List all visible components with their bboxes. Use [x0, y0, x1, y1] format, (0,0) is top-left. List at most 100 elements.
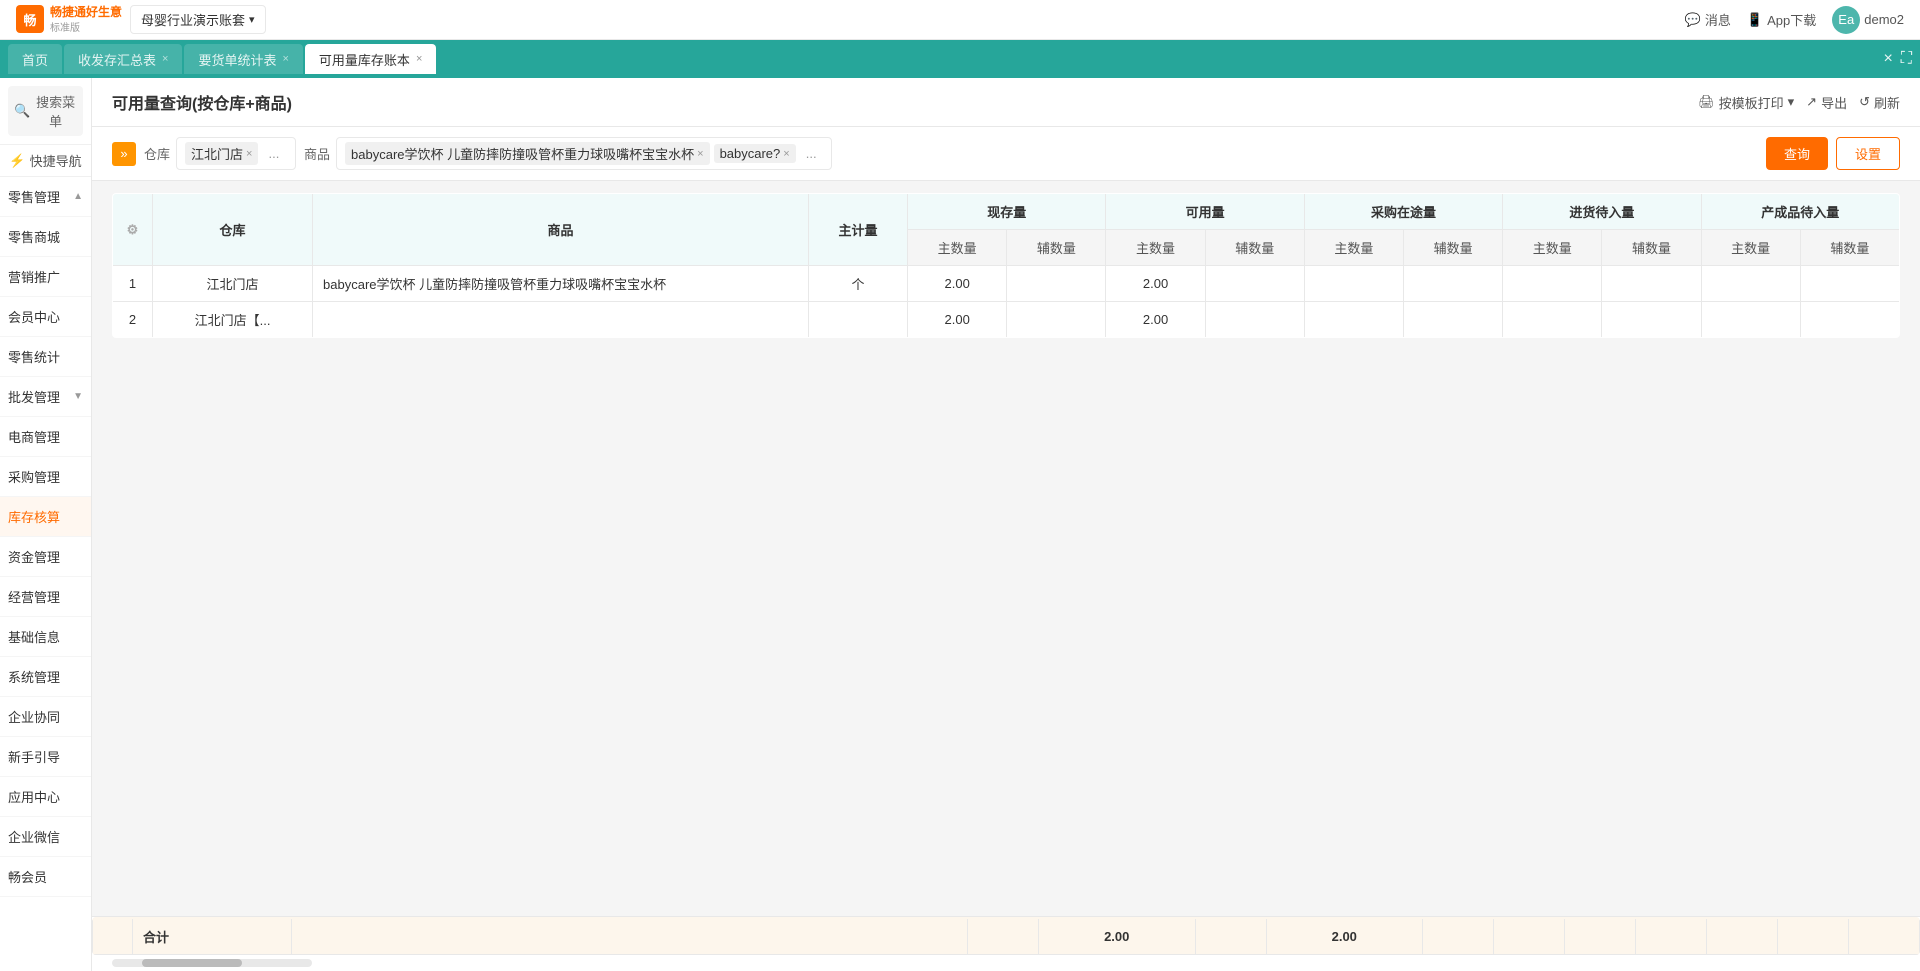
template-print-button[interactable]: 🖨 按模板打印 ▾	[1698, 93, 1794, 112]
warehouse-dots[interactable]: ...	[262, 144, 285, 163]
footer-total-table: 合计 2.00 2.00	[92, 917, 1920, 955]
close-icon[interactable]: ×	[162, 53, 168, 65]
settings-button[interactable]: 设置	[1836, 137, 1900, 170]
industry-label: 母婴行业演示账套	[141, 10, 245, 29]
tab-stock-summary[interactable]: 收发存汇总表 ×	[64, 44, 182, 74]
sidebar-item-retail-management[interactable]: 零售管理 ▲	[0, 177, 91, 217]
message-label: 消息	[1705, 10, 1731, 29]
chevron-down-icon: ▼	[73, 391, 83, 402]
sidebar-item-finance[interactable]: 资金管理	[0, 537, 91, 577]
product-label: 商品	[304, 144, 330, 163]
user-menu[interactable]: Ea demo2	[1832, 6, 1904, 34]
industry-selector[interactable]: 母婴行业演示账套 ▾	[130, 5, 266, 34]
sidebar-item-member-center[interactable]: 会员中心	[0, 297, 91, 337]
tab-available-stock[interactable]: 可用量库存账本 ×	[305, 44, 436, 74]
sidebar: 🔍 搜索菜单 ⚡ 快捷导航 零售管理 ▲ 零售商城 营销推广 会员中心 零售统计…	[0, 78, 92, 971]
col-production-aux: 辅数量	[1800, 230, 1899, 266]
download-icon: 📱	[1747, 12, 1763, 28]
cell-warehouse: 江北门店	[153, 266, 313, 302]
product-input[interactable]: babycare学饮杯 儿童防摔防撞吸管杯重力球吸嘴杯宝宝水杯 × babyca…	[336, 137, 832, 170]
page-actions: 🖨 按模板打印 ▾ ↗ 导出 ↺ 刷新	[1698, 93, 1900, 112]
quick-nav-button[interactable]: ⚡ 快捷导航	[0, 145, 91, 177]
sidebar-item-operations[interactable]: 经营管理	[0, 577, 91, 617]
warehouse-input[interactable]: 江北门店 × ...	[176, 137, 296, 170]
sidebar-item-basic-info[interactable]: 基础信息	[0, 617, 91, 657]
cell-available-main: 2.00	[1106, 266, 1205, 302]
refresh-icon: ↺	[1859, 94, 1870, 110]
gear-icon[interactable]: ⚙	[127, 222, 139, 237]
brand-info: 畅捷通好生意 标准版	[50, 5, 122, 34]
footer-empty-3	[967, 918, 1038, 955]
tab-order-stats[interactable]: 要货单统计表 ×	[184, 44, 302, 74]
sidebar-item-retail-stats[interactable]: 零售统计	[0, 337, 91, 377]
cell-unit	[808, 302, 907, 338]
footer-purchase-main	[1494, 918, 1565, 955]
sidebar-item-retail-mall[interactable]: 零售商城	[0, 217, 91, 257]
product-tag-2-close[interactable]: ×	[783, 148, 789, 160]
close-icon[interactable]: ×	[416, 53, 422, 65]
sidebar-item-ecommerce[interactable]: 电商管理	[0, 417, 91, 457]
close-icon[interactable]: ×	[282, 53, 288, 65]
sidebar-item-app-center[interactable]: 应用中心	[0, 777, 91, 817]
query-button[interactable]: 查询	[1766, 137, 1828, 170]
cell-stock-aux	[1007, 302, 1106, 338]
horizontal-scrollbar[interactable]	[112, 959, 312, 967]
refresh-button[interactable]: ↺ 刷新	[1859, 93, 1900, 112]
tab-label: 可用量库存账本	[319, 50, 410, 69]
sidebar-item-inventory[interactable]: 库存核算	[0, 497, 91, 537]
chevron-up-icon: ▲	[73, 191, 83, 202]
cell-incoming-aux	[1602, 266, 1701, 302]
tab-home[interactable]: 首页	[8, 44, 62, 74]
filter-area: » 仓库 江北门店 × ... 商品 babycare学饮杯 儿童防摔防撞吸管杯…	[92, 127, 1920, 181]
tab-label: 首页	[22, 50, 48, 69]
tab-bar: 首页 收发存汇总表 × 要货单统计表 × 可用量库存账本 × × ⛶	[0, 40, 1920, 78]
footer-production-main	[1777, 918, 1848, 955]
table-row: 2 江北门店【... 2.00 2.00	[113, 302, 1900, 338]
expand-window-button[interactable]: ⛶	[1901, 50, 1912, 68]
col-unit: 主计量	[808, 194, 907, 266]
sidebar-item-wholesale[interactable]: 批发管理 ▼	[0, 377, 91, 417]
filter-expand-button[interactable]: »	[112, 142, 136, 166]
export-icon: ↗	[1806, 94, 1817, 110]
cell-index: 1	[113, 266, 153, 302]
product-tag-1-close[interactable]: ×	[697, 148, 703, 160]
col-incoming-main: 主数量	[1503, 230, 1602, 266]
sidebar-item-member[interactable]: 畅会员	[0, 857, 91, 897]
export-button[interactable]: ↗ 导出	[1806, 93, 1847, 112]
cell-incoming-main	[1503, 302, 1602, 338]
search-menu-button[interactable]: 🔍 搜索菜单	[8, 86, 83, 136]
app-download-button[interactable]: 📱 App下载	[1747, 10, 1816, 29]
footer-production-aux	[1848, 918, 1919, 955]
expand-icon: »	[120, 146, 127, 161]
close-all-tabs-button[interactable]: ×	[1883, 50, 1892, 68]
col-index: ⚙	[113, 194, 153, 266]
warehouse-tag-close[interactable]: ×	[246, 148, 252, 160]
cell-production-main	[1701, 266, 1800, 302]
sidebar-item-wechat[interactable]: 企业微信	[0, 817, 91, 857]
product-dots[interactable]: ...	[800, 144, 823, 163]
col-available-aux: 辅数量	[1205, 230, 1304, 266]
chevron-down-icon: ▾	[1788, 94, 1795, 110]
sidebar-item-guide[interactable]: 新手引导	[0, 737, 91, 777]
sidebar-item-system[interactable]: 系统管理	[0, 657, 91, 697]
warehouse-tag: 江北门店 ×	[185, 142, 258, 165]
footer-incoming-main	[1636, 918, 1707, 955]
message-button[interactable]: 💬 消息	[1685, 10, 1731, 29]
col-group-purchase: 采购在途量	[1304, 194, 1502, 230]
footer-available-main: 2.00	[1266, 918, 1423, 955]
sidebar-item-marketing[interactable]: 营销推广	[0, 257, 91, 297]
sidebar-item-purchasing[interactable]: 采购管理	[0, 457, 91, 497]
footer-empty-2	[291, 918, 967, 955]
col-incoming-aux: 辅数量	[1602, 230, 1701, 266]
cell-purchase-aux	[1404, 266, 1503, 302]
page-header: 可用量查询(按仓库+商品) 🖨 按模板打印 ▾ ↗ 导出 ↺ 刷新	[92, 78, 1920, 127]
brand-tag: 标准版	[50, 19, 122, 34]
table-row: 1 江北门店 babycare学饮杯 儿童防摔防撞吸管杯重力球吸嘴杯宝宝水杯 个…	[113, 266, 1900, 302]
tab-label: 要货单统计表	[198, 50, 276, 69]
cell-incoming-aux	[1602, 302, 1701, 338]
cell-unit: 个	[808, 266, 907, 302]
cell-purchase-main	[1304, 302, 1403, 338]
footer-purchase-aux	[1565, 918, 1636, 955]
cell-stock-aux	[1007, 266, 1106, 302]
sidebar-item-enterprise[interactable]: 企业协同	[0, 697, 91, 737]
